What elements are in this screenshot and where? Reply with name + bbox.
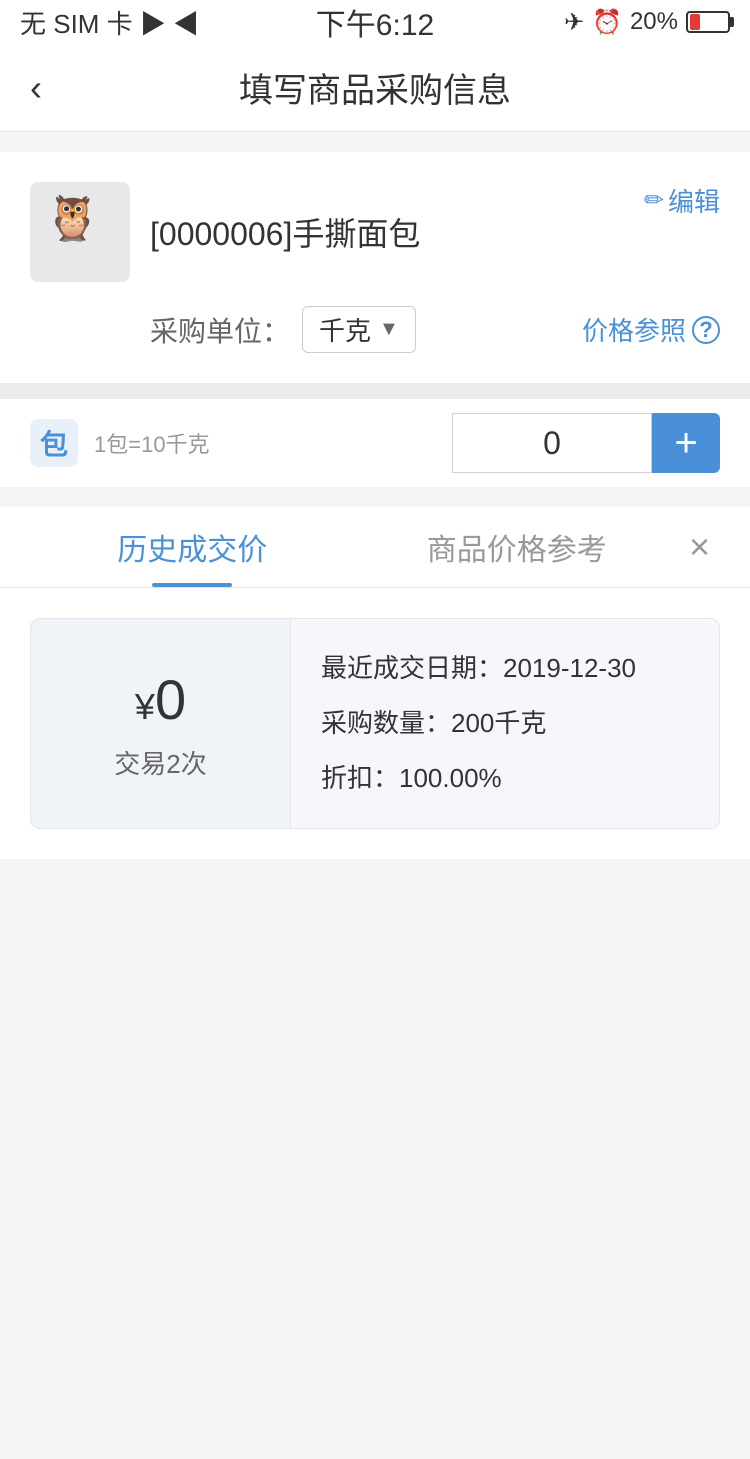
price-ref-help-icon: ? xyxy=(692,316,720,344)
edit-button[interactable]: ✏ 编辑 xyxy=(644,182,720,219)
unit-label: 采购单位： xyxy=(150,310,290,350)
history-discount-row: 折扣：100.00% xyxy=(321,759,689,798)
quantity-value: 0 xyxy=(543,425,561,462)
qty-label: 采购数量： xyxy=(321,708,451,738)
unit-dropdown-arrow: ▼ xyxy=(379,318,399,341)
tab-close-button[interactable]: × xyxy=(679,516,720,578)
nav-bar: ‹ 填写商品采购信息 xyxy=(0,44,750,132)
date-label: 最近成交日期： xyxy=(321,653,503,683)
page-background xyxy=(0,859,750,1459)
discount-value: 100.00% xyxy=(399,763,502,793)
package-label: 包 xyxy=(40,423,68,463)
history-card: ¥0 交易2次 最近成交日期：2019-12-30 采购数量：200千克 折扣：… xyxy=(30,618,720,829)
location-icon: ✈ xyxy=(564,8,584,37)
price-ref-label: 价格参照 xyxy=(582,311,686,348)
tab-header: 历史成交价 商品价格参考 × xyxy=(0,507,750,588)
history-details-block: 最近成交日期：2019-12-30 采购数量：200千克 折扣：100.00% xyxy=(291,619,719,828)
tab-price-reference[interactable]: 商品价格参考 xyxy=(354,507,678,587)
status-carrier: 无 SIM 卡 ▶ ◀ xyxy=(20,4,199,41)
battery-percent: 20% xyxy=(630,8,678,36)
edit-label: 编辑 xyxy=(668,182,720,219)
product-image: 🦉 xyxy=(30,182,130,282)
product-thumbnail-icon: 🦉 xyxy=(45,194,100,243)
tab-history-price[interactable]: 历史成交价 xyxy=(30,507,354,587)
date-value: 2019-12-30 xyxy=(503,653,636,683)
unit-select[interactable]: 千克 ▼ xyxy=(302,306,416,353)
back-button[interactable]: ‹ xyxy=(30,67,42,109)
history-trades-count: 交易2次 xyxy=(114,744,206,781)
status-time: 下午6:12 xyxy=(316,0,434,44)
tab-panel: 历史成交价 商品价格参考 × ¥0 交易2次 最近成交日期：2019-12-30… xyxy=(0,507,750,859)
history-price-block: ¥0 交易2次 xyxy=(31,619,291,828)
battery-icon xyxy=(686,11,730,33)
page-title: 填写商品采购信息 xyxy=(239,63,511,112)
quantity-input[interactable]: 0 xyxy=(452,413,652,473)
status-right-icons: ✈ ⏰ 20% xyxy=(564,8,730,37)
history-price-value: ¥0 xyxy=(135,667,186,732)
qty-value: 200千克 xyxy=(451,708,546,738)
status-bar: 无 SIM 卡 ▶ ◀ 下午6:12 ✈ ⏰ 20% xyxy=(0,0,750,44)
quantity-increment-button[interactable]: + xyxy=(652,413,720,473)
discount-label: 折扣： xyxy=(321,763,399,793)
package-conversion: 1包=10千克 xyxy=(94,427,210,459)
tab-content-history: ¥0 交易2次 最近成交日期：2019-12-30 采购数量：200千克 折扣：… xyxy=(0,588,750,859)
edit-icon: ✏ xyxy=(644,186,664,215)
product-card: 🦉 [0000006]手撕面包 ✏ 编辑 采购单位： 千克 ▼ 价格参照 ? xyxy=(0,152,750,383)
history-qty-row: 采购数量：200千克 xyxy=(321,704,689,743)
history-date-row: 最近成交日期：2019-12-30 xyxy=(321,649,689,688)
alarm-icon: ⏰ xyxy=(592,8,622,37)
section-divider xyxy=(0,383,750,399)
price-reference-button[interactable]: 价格参照 ? xyxy=(582,311,720,348)
quantity-control: 0 + xyxy=(452,413,720,473)
unit-value: 千克 xyxy=(319,311,371,348)
package-icon: 包 xyxy=(30,419,78,467)
quantity-row: 包 1包=10千克 0 + xyxy=(0,399,750,487)
currency-symbol: ¥ xyxy=(135,686,155,727)
product-name: [0000006]手撕面包 xyxy=(150,209,420,255)
